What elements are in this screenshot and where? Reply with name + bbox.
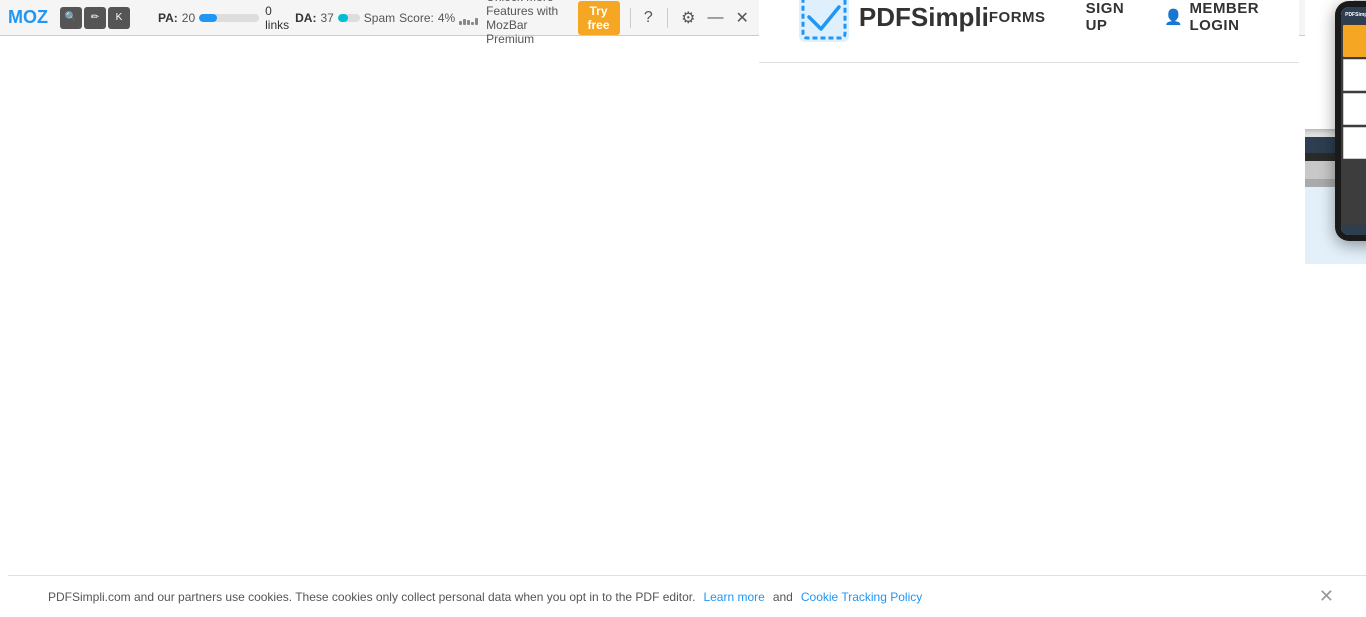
tracking-policy-link[interactable]: Cookie Tracking Policy <box>801 590 922 604</box>
da-bar <box>338 14 360 22</box>
pa-label: PA: <box>158 11 178 25</box>
cookie-bar: PDFSimpli.com and our partners use cooki… <box>8 575 1366 617</box>
cookie-close-button[interactable]: ✕ <box>1319 586 1334 607</box>
phone-thumb-1[interactable] <box>1343 25 1366 57</box>
da-label: DA: <box>295 11 316 25</box>
cookie-text: PDFSimpli.com and our partners use cooki… <box>48 590 695 604</box>
learn-more-link[interactable]: Learn more <box>703 590 764 604</box>
spam-sublabel: Score: <box>399 11 434 25</box>
mozbar: MOZ 🔍 ✏ K PA: 20 0 links DA: 37 Spam Sco… <box>0 0 1366 36</box>
phone-thumb-4[interactable] <box>1343 127 1366 159</box>
moz-logo: MOZ <box>8 7 48 28</box>
nav-signup[interactable]: SIGN UP <box>1086 0 1125 34</box>
da-metric: DA: 37 Spam Score: 4% Unlock More Featur… <box>295 0 753 46</box>
da-bar-fill <box>338 14 348 22</box>
da-value: 37 <box>320 11 333 25</box>
phone-mockup: PDFSimpli DL <box>1335 1 1366 241</box>
member-icon: 👤 <box>1164 8 1183 26</box>
pa-bar <box>199 14 259 22</box>
spam-bars <box>459 11 478 25</box>
phone-content <box>1341 23 1366 225</box>
nav-login-text: MEMBER LOGIN <box>1189 0 1259 34</box>
spam-metric: Spam Score: 4% <box>364 11 478 25</box>
pa-bar-fill <box>199 14 217 22</box>
mozbar-tool-3[interactable]: K <box>108 7 130 29</box>
pa-metric: PA: 20 <box>158 11 259 25</box>
settings-button[interactable]: ⚙ <box>677 6 699 30</box>
pa-value: 20 <box>182 11 195 25</box>
site-header: PDFSimpli FORMS SIGN UP 👤 MEMBER LOGIN <box>759 0 1299 63</box>
premium-text: Unlock More Features with MozBar Premium <box>486 0 573 46</box>
nav-login[interactable]: 👤 MEMBER LOGIN <box>1164 0 1259 34</box>
site-logo[interactable]: PDFSimpli <box>799 0 989 42</box>
try-free-button[interactable]: Try free <box>578 1 620 35</box>
phone-bottom-bar <box>1341 225 1366 235</box>
nav-forms[interactable]: FORMS <box>989 9 1046 26</box>
hero-section: PDF Made Simple Convert and edit any typ… <box>1305 0 1366 264</box>
mozbar-tools: 🔍 ✏ K <box>60 7 130 29</box>
phone-thumb-2[interactable] <box>1343 59 1366 91</box>
phone-bar: PDFSimpli DL <box>1341 7 1366 23</box>
phone-sidebar <box>1341 23 1366 225</box>
spam-value: 4% <box>438 11 455 25</box>
mozbar-tool-1[interactable]: 🔍 <box>60 7 82 29</box>
mozbar-tool-2[interactable]: ✏ <box>84 7 106 29</box>
hero-image: PDFSimpli Forms Text Replace Font Color … <box>1305 0 1366 251</box>
cookie-and: and <box>773 590 793 604</box>
devices-container: PDFSimpli Forms Text Replace Font Color … <box>1305 0 1366 251</box>
links-label: 0 links <box>265 4 289 32</box>
phone-screen: PDFSimpli DL <box>1341 7 1366 235</box>
mozbar-close-button[interactable]: ✕ <box>731 6 752 30</box>
spam-label: Spam <box>364 11 395 25</box>
minimize-button[interactable]: — <box>703 7 727 29</box>
logo-icon <box>799 0 849 42</box>
phone-thumb-3[interactable] <box>1343 93 1366 125</box>
phone-bar-logo: PDFSimpli <box>1345 12 1366 18</box>
site-nav: FORMS SIGN UP 👤 MEMBER LOGIN <box>989 0 1259 34</box>
help-button[interactable]: ? <box>640 7 657 29</box>
logo-text: PDFSimpli <box>859 2 989 33</box>
